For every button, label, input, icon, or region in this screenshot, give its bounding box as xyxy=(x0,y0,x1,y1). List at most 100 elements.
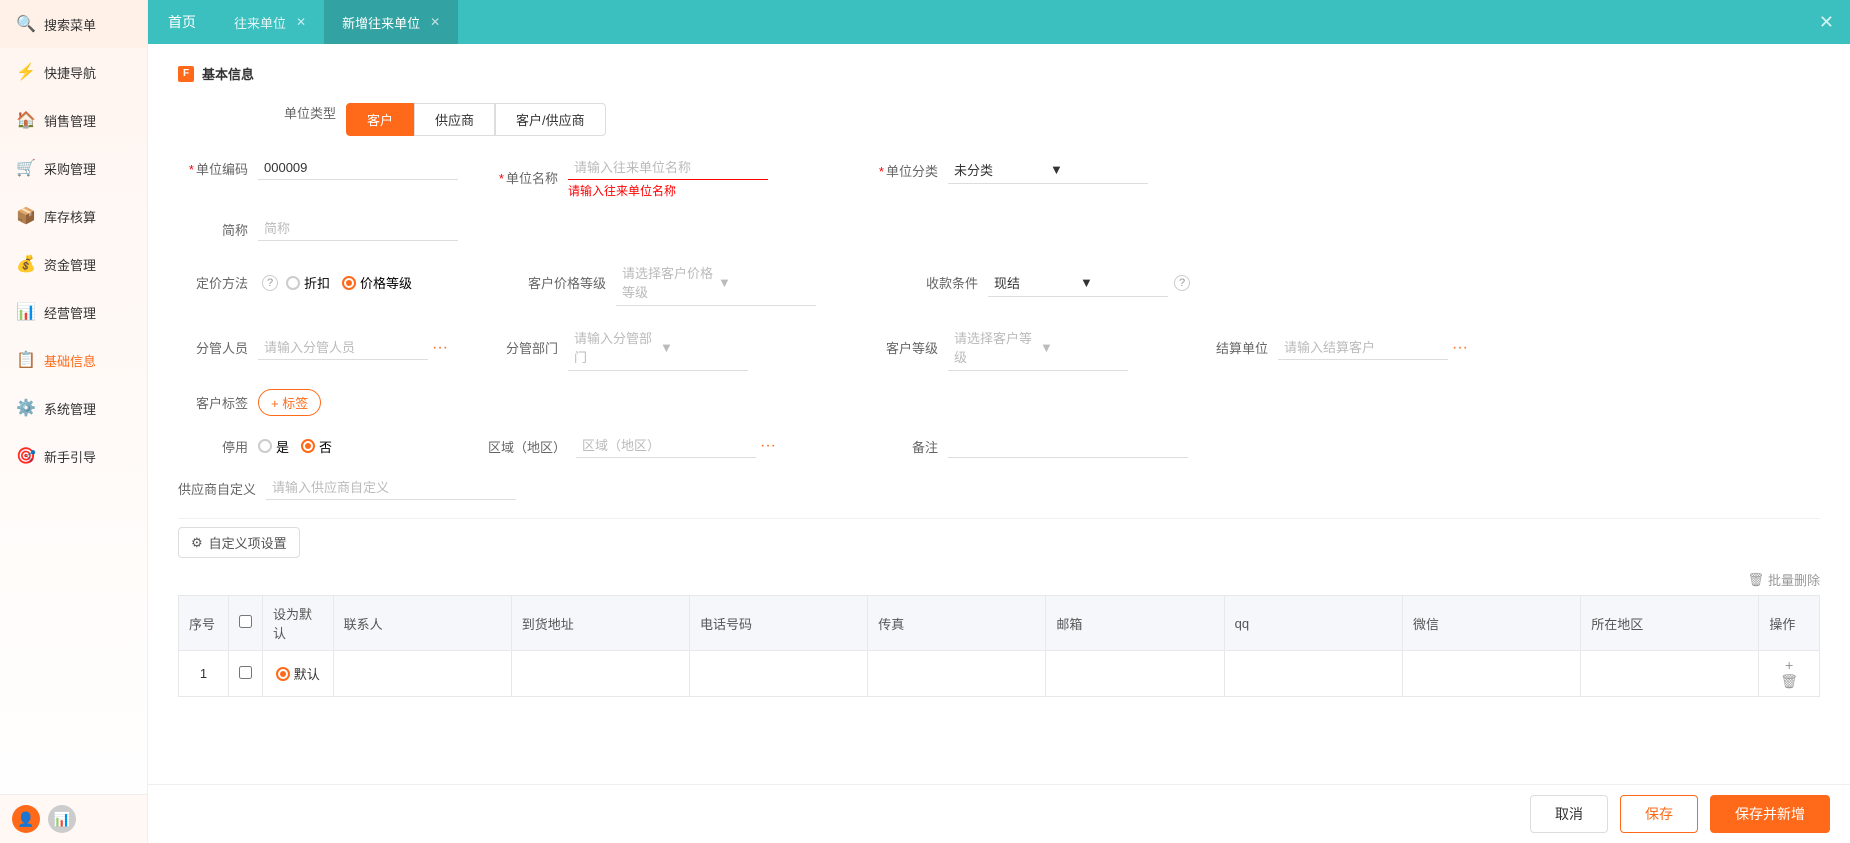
cell-contact[interactable] xyxy=(333,651,511,697)
sidebar-item-basicinfo[interactable]: 📋 基础信息 xyxy=(0,336,147,384)
batch-delete-container: 🗑 批量删除 xyxy=(178,570,1820,589)
address-input[interactable] xyxy=(522,666,679,681)
tab-new-contact-close[interactable]: ✕ xyxy=(430,15,440,29)
manager-input[interactable] xyxy=(258,336,428,360)
window-close-button[interactable]: ✕ xyxy=(1803,12,1850,33)
field-manager: 分管人员 ··· xyxy=(178,336,458,360)
pricing-method-help-icon[interactable]: ? xyxy=(262,275,278,291)
sidebar-item-label: 搜索菜单 xyxy=(44,15,96,34)
select-all-checkbox[interactable] xyxy=(239,615,252,628)
tab-contacts-close[interactable]: ✕ xyxy=(296,15,306,29)
batch-delete-btn[interactable]: 🗑 批量删除 xyxy=(1747,570,1820,589)
field-pricing-method: 定价方法 ? 折扣 价格等级 xyxy=(178,273,498,292)
manager-more-btn[interactable]: ··· xyxy=(432,339,448,357)
region-input[interactable] xyxy=(576,434,756,458)
cell-qq[interactable] xyxy=(1224,651,1402,697)
remark-label: 备注 xyxy=(868,437,938,456)
tab-new-contact[interactable]: 新增往来单位 ✕ xyxy=(324,0,458,44)
cancel-button[interactable]: 取消 xyxy=(1530,795,1608,833)
row-supplier-custom: 供应商自定义 xyxy=(178,476,1820,500)
remark-input[interactable] xyxy=(948,434,1188,458)
fax-input[interactable] xyxy=(878,666,1035,681)
department-select[interactable]: 请输入分管部门 ▼ xyxy=(568,324,748,371)
cell-checkbox[interactable] xyxy=(229,651,263,697)
row-checkbox[interactable] xyxy=(239,666,252,679)
customer-price-select[interactable]: 请选择客户价格等级 ▼ xyxy=(616,259,816,306)
user-avatar[interactable]: 👤 xyxy=(12,805,40,833)
save-button[interactable]: 保存 xyxy=(1620,795,1698,833)
custom-settings-btn[interactable]: ⚙ 自定义项设置 xyxy=(178,527,300,558)
radio-yes[interactable]: 是 xyxy=(258,437,289,456)
sidebar-item-search[interactable]: 🔍 搜索菜单 xyxy=(0,0,147,48)
supplier-custom-input[interactable] xyxy=(266,476,516,500)
sidebar-item-quicknav[interactable]: ⚡ 快捷导航 xyxy=(0,48,147,96)
unit-code-input[interactable] xyxy=(258,156,458,180)
sidebar-item-label: 经营管理 xyxy=(44,303,96,322)
contact-input[interactable] xyxy=(344,666,501,681)
type-btn-customer[interactable]: 客户 xyxy=(346,103,414,136)
delete-row-btn[interactable]: 🗑 xyxy=(1780,673,1798,689)
settlement-input[interactable] xyxy=(1278,336,1448,360)
col-no: 序号 xyxy=(179,596,229,651)
stats-icon[interactable]: 📊 xyxy=(48,805,76,833)
sidebar-item-finance[interactable]: 💰 资金管理 xyxy=(0,240,147,288)
unit-classify-label: 单位分类 xyxy=(868,161,938,180)
add-tag-btn[interactable]: + 标签 xyxy=(258,389,321,416)
tab-home[interactable]: 首页 xyxy=(148,12,216,32)
region-more-btn[interactable]: ··· xyxy=(760,437,776,455)
col-checkbox xyxy=(229,596,263,651)
sidebar-item-operation[interactable]: 📊 经营管理 xyxy=(0,288,147,336)
payment-terms-select[interactable]: 现结 ▼ xyxy=(988,269,1168,297)
col-contact: 联系人 xyxy=(333,596,511,651)
section-header-icon: F xyxy=(178,66,194,82)
cell-region[interactable] xyxy=(1581,651,1759,697)
sidebar-item-inventory[interactable]: 📦 库存核算 xyxy=(0,192,147,240)
payment-terms-help-icon[interactable]: ? xyxy=(1174,275,1190,291)
cell-wechat[interactable] xyxy=(1402,651,1580,697)
radio-discount[interactable]: 折扣 xyxy=(286,273,330,292)
disabled-label: 停用 xyxy=(178,437,248,456)
col-qq: qq xyxy=(1224,596,1402,651)
unit-name-input[interactable] xyxy=(568,156,768,180)
field-payment-terms: 收款条件 现结 ▼ ? xyxy=(908,269,1190,297)
sidebar-item-guide[interactable]: 🎯 新手引导 xyxy=(0,432,147,480)
qq-input[interactable] xyxy=(1235,666,1392,681)
unit-name-label: 单位名称 xyxy=(488,168,558,187)
radio-no-circle xyxy=(301,439,315,453)
cell-phone[interactable] xyxy=(690,651,868,697)
settlement-label: 结算单位 xyxy=(1198,338,1268,357)
sidebar-item-system[interactable]: ⚙️ 系统管理 xyxy=(0,384,147,432)
field-remark: 备注 xyxy=(868,434,1188,458)
customer-level-select[interactable]: 请选择客户等级 ▼ xyxy=(948,324,1128,371)
settlement-more-btn[interactable]: ··· xyxy=(1452,339,1468,357)
unit-classify-select[interactable]: 未分类 ▼ xyxy=(948,156,1148,184)
sidebar-item-label: 资金管理 xyxy=(44,255,96,274)
wechat-input[interactable] xyxy=(1413,666,1570,681)
phone-input[interactable] xyxy=(700,666,857,681)
sidebar-item-label: 新手引导 xyxy=(44,447,96,466)
radio-price-level[interactable]: 价格等级 xyxy=(342,273,412,292)
tab-contacts[interactable]: 往来单位 ✕ xyxy=(216,0,324,44)
col-wechat: 微信 xyxy=(1402,596,1580,651)
cell-default: 默认 xyxy=(263,651,334,697)
row-region-input[interactable] xyxy=(1591,666,1748,681)
row-default-radio[interactable]: 默认 xyxy=(273,664,323,683)
cell-address[interactable] xyxy=(511,651,689,697)
department-label: 分管部门 xyxy=(488,338,558,357)
save-add-button[interactable]: 保存并新增 xyxy=(1710,795,1830,833)
radio-no[interactable]: 否 xyxy=(301,437,332,456)
cell-fax[interactable] xyxy=(868,651,1046,697)
short-name-input[interactable] xyxy=(258,217,458,241)
type-btn-supplier[interactable]: 供应商 xyxy=(414,103,495,136)
sidebar-item-sales[interactable]: 🏠 销售管理 xyxy=(0,96,147,144)
radio-price-level-circle xyxy=(342,276,356,290)
contact-table: 序号 设为默认 联系人 到货地址 电话号码 传真 邮箱 qq 微信 所在地区 操… xyxy=(178,595,1820,697)
table-row: 1 默认 xyxy=(179,651,1820,697)
type-btn-both[interactable]: 客户/供应商 xyxy=(495,103,606,136)
sidebar-item-purchase[interactable]: 🛒 采购管理 xyxy=(0,144,147,192)
cell-email[interactable] xyxy=(1046,651,1224,697)
email-input[interactable] xyxy=(1056,666,1213,681)
add-row-btn[interactable]: + xyxy=(1785,657,1793,673)
col-phone: 电话号码 xyxy=(690,596,868,651)
field-settlement: 结算单位 ··· xyxy=(1198,336,1478,360)
